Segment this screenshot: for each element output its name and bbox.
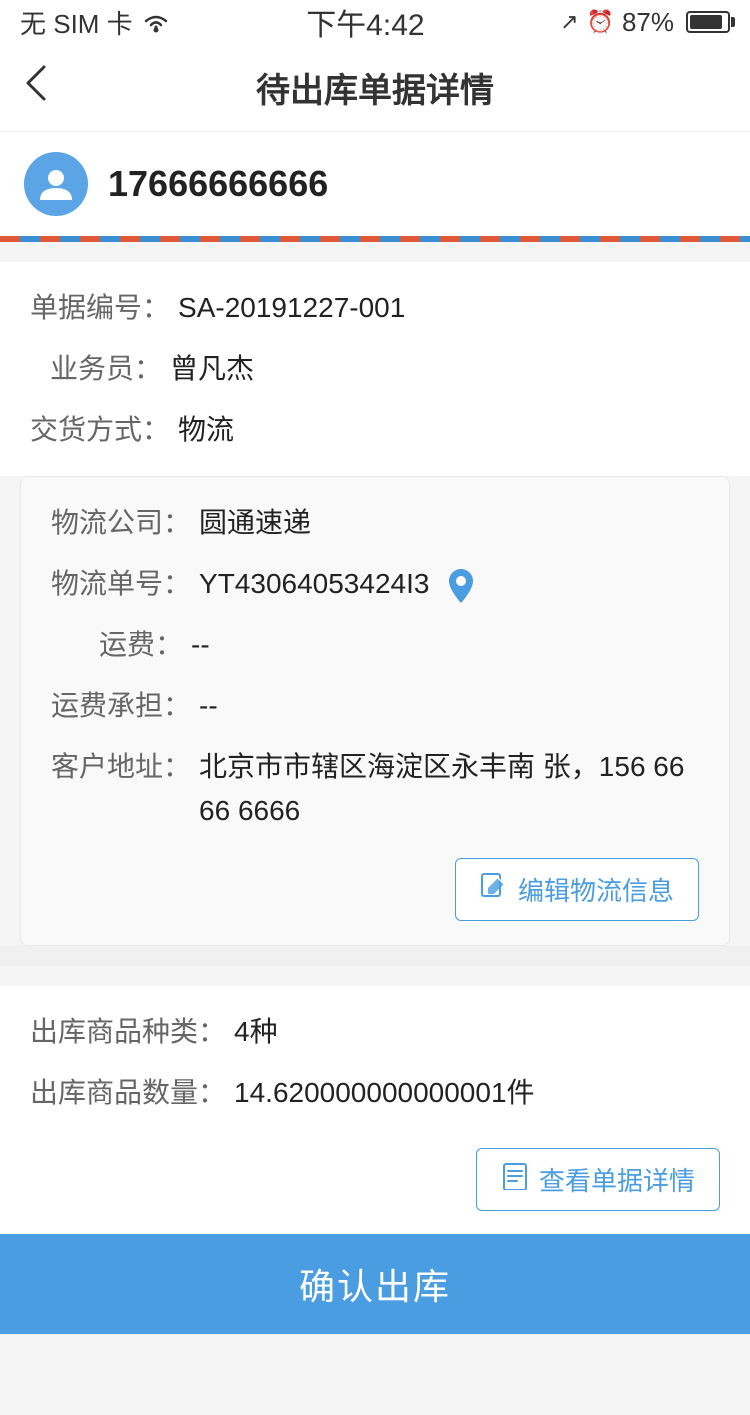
view-doc-detail-label: 查看单据详情 <box>539 1161 695 1198</box>
logistics-section: 物流公司： 圆通速递 物流单号： YT43064053424I3 运费： -- … <box>20 476 730 946</box>
carrier-text: 无 SIM 卡 <box>20 4 133 41</box>
status-left: 无 SIM 卡 <box>20 4 171 41</box>
freight-bearer-value: -- <box>199 684 699 729</box>
goods-type-label: 出库商品种类： <box>30 1010 234 1055</box>
confirm-label: 确认出库 <box>299 1258 451 1310</box>
wifi-icon <box>141 11 171 33</box>
address-label: 客户地址： <box>51 745 199 790</box>
address-row: 客户地址： 北京市市辖区海淀区永丰南 张，156 6666 6666 <box>51 745 699 835</box>
status-time: 下午4:42 <box>306 0 424 44</box>
salesperson-value: 曾凡杰 <box>170 347 720 392</box>
delivery-row: 交货方式： 物流 <box>30 408 720 453</box>
freight-value: -- <box>191 623 699 668</box>
doc-detail-icon <box>501 1162 529 1197</box>
tracking-value: YT43064053424I3 <box>199 562 699 607</box>
view-doc-detail-button[interactable]: 查看单据详情 <box>476 1148 720 1211</box>
status-right: ↗ ⏰ 87% <box>560 7 730 38</box>
freight-row: 运费： -- <box>51 623 699 668</box>
logistics-company-row: 物流公司： 圆通速递 <box>51 501 699 546</box>
salesperson-row: 业务员： 曾凡杰 <box>30 347 720 392</box>
delivery-value: 物流 <box>178 408 720 453</box>
address-value: 北京市市辖区海淀区永丰南 张，156 6666 6666 <box>199 745 699 835</box>
freight-label: 运费： <box>51 623 191 668</box>
edit-logistics-button[interactable]: 编辑物流信息 <box>455 858 699 921</box>
edit-logistics-label: 编辑物流信息 <box>518 871 674 908</box>
goods-qty-row: 出库商品数量： 14.620000000000001件 <box>30 1071 720 1116</box>
battery-icon <box>686 11 730 33</box>
avatar <box>24 152 88 216</box>
doc-number-row: 单据编号： SA-20191227-001 <box>30 286 720 331</box>
tracking-row: 物流单号： YT43064053424I3 <box>51 562 699 607</box>
delivery-label: 交货方式： <box>30 408 178 453</box>
salesperson-label: 业务员： <box>30 347 170 392</box>
confirm-button[interactable]: 确认出库 <box>0 1234 750 1334</box>
location-pin-icon[interactable] <box>445 567 477 603</box>
tracking-number: YT43064053424I3 <box>199 562 429 607</box>
edit-icon <box>480 872 508 907</box>
doc-number-label: 单据编号： <box>30 286 178 331</box>
freight-bearer-label: 运费承担： <box>51 684 199 729</box>
dashed-separator <box>0 236 750 242</box>
document-info-section: 单据编号： SA-20191227-001 业务员： 曾凡杰 交货方式： 物流 <box>0 262 750 476</box>
gray-divider-1 <box>0 946 750 966</box>
goods-qty-value: 14.620000000000001件 <box>234 1071 720 1116</box>
doc-number-value: SA-20191227-001 <box>178 286 720 331</box>
tracking-label: 物流单号： <box>51 562 199 607</box>
customer-phone: 17666666666 <box>108 163 328 205</box>
logistics-company-label: 物流公司： <box>51 501 199 546</box>
nav-bar: 待出库单据详情 <box>0 44 750 132</box>
alarm-icon: ⏰ <box>587 9 614 35</box>
location-icon: ↗ <box>560 9 578 35</box>
goods-type-value: 4种 <box>234 1010 720 1055</box>
page-title: 待出库单据详情 <box>256 63 494 112</box>
battery-percent: 87% <box>622 7 674 38</box>
user-icon <box>36 164 76 204</box>
goods-section: 出库商品种类： 4种 出库商品数量： 14.620000000000001件 查… <box>0 986 750 1235</box>
customer-header: 17666666666 <box>0 132 750 236</box>
goods-type-row: 出库商品种类： 4种 <box>30 1010 720 1055</box>
freight-bearer-row: 运费承担： -- <box>51 684 699 729</box>
back-button[interactable] <box>24 63 48 113</box>
status-bar: 无 SIM 卡 下午4:42 ↗ ⏰ 87% <box>0 0 750 44</box>
logistics-company-value: 圆通速递 <box>199 501 699 546</box>
goods-qty-label: 出库商品数量： <box>30 1071 234 1116</box>
